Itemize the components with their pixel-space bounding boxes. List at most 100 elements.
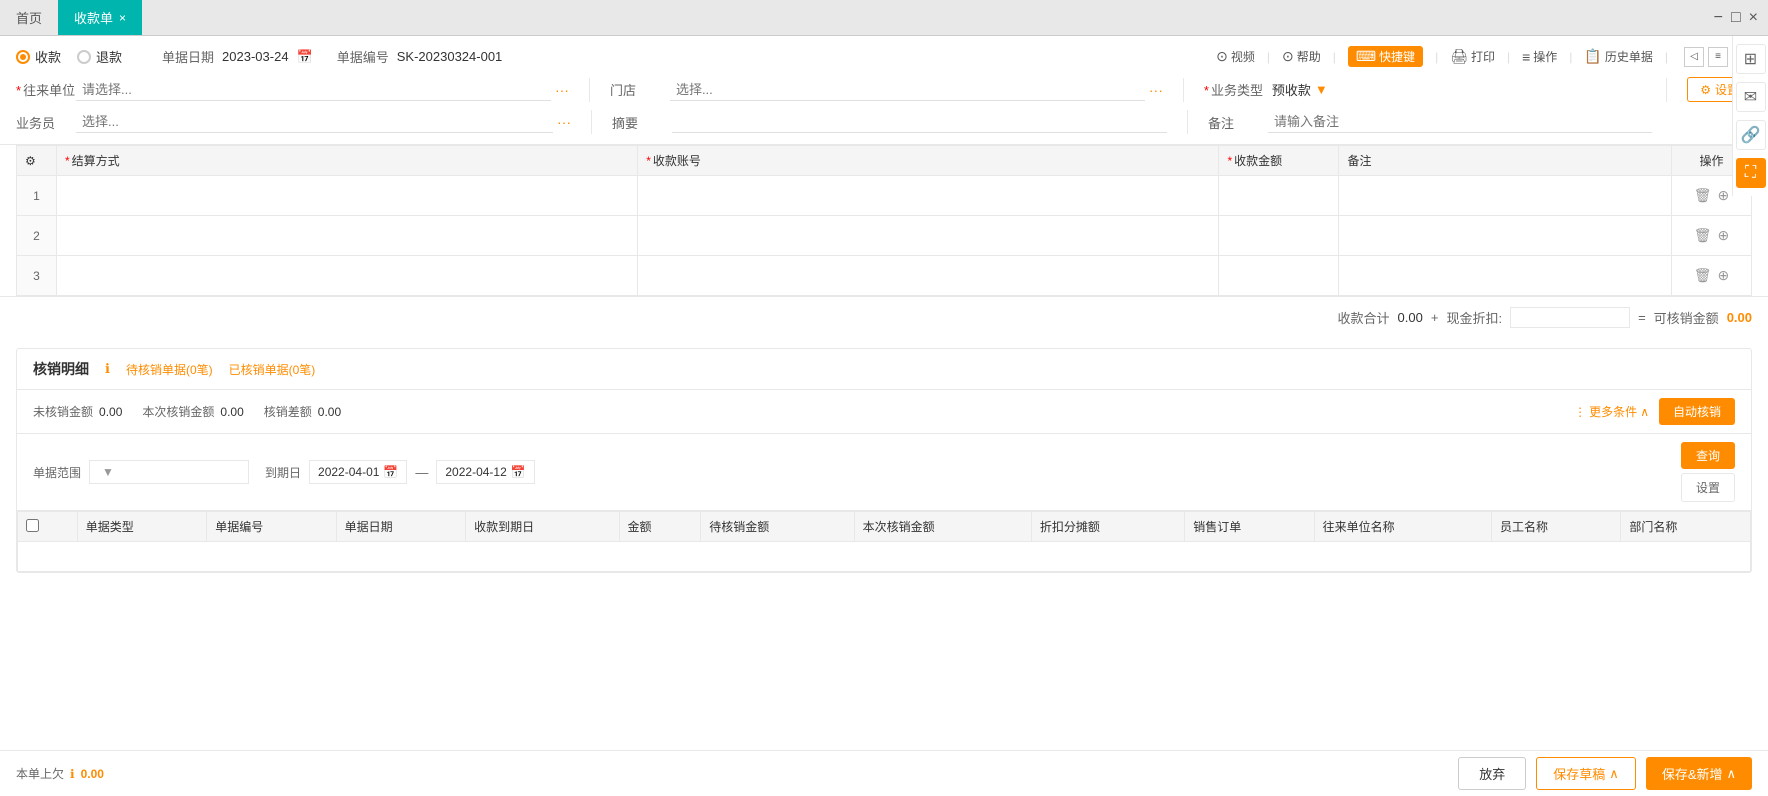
tab-receipt-close[interactable]: ×	[119, 11, 126, 25]
layout-btn-left[interactable]: ◁	[1684, 47, 1704, 67]
settlement-cell-1[interactable]	[57, 176, 638, 216]
col-settings-header[interactable]: ⚙	[17, 146, 57, 176]
col-employee-header: 员工名称	[1491, 512, 1620, 542]
help-btn[interactable]: ⊙ 帮助	[1282, 48, 1321, 65]
col-amount-header: 金额	[619, 512, 701, 542]
discount-input[interactable]	[1510, 307, 1630, 328]
remark-field: 备注	[1208, 111, 1652, 133]
amount-cell-3[interactable]	[1219, 256, 1339, 296]
delete-icon-3[interactable]: 🗑	[1694, 267, 1712, 284]
abandon-label: 放弃	[1479, 767, 1505, 782]
table-row: 3 🗑 ⊕	[17, 256, 1752, 296]
save-draft-label: 保存草稿	[1553, 764, 1605, 783]
settlement-cell-3[interactable]	[57, 256, 638, 296]
tab-home[interactable]: 首页	[0, 0, 58, 35]
query-button[interactable]: 查询	[1681, 442, 1735, 469]
writeoff-info-icon[interactable]: ℹ	[105, 361, 110, 377]
sidebar-link-icon[interactable]: 🔗	[1736, 120, 1766, 150]
salesperson-label: 业务员	[16, 113, 76, 132]
calendar-start-icon[interactable]: 📅	[383, 465, 398, 479]
maximize-icon[interactable]: □	[1731, 9, 1741, 27]
delete-icon-1[interactable]: 🗑	[1694, 187, 1712, 204]
filter-settings-label: 设置	[1696, 481, 1720, 495]
bottom-info: 本单上欠 ℹ 0.00	[16, 765, 104, 782]
copy-icon-3[interactable]: ⊕	[1718, 267, 1730, 284]
date-start-value: 2022-04-01	[318, 465, 379, 479]
filter-settings-button[interactable]: 设置	[1681, 473, 1735, 502]
shortcut-btn[interactable]: ⌨ 快捷键	[1348, 46, 1423, 67]
counterpart-input[interactable]	[76, 79, 551, 101]
save-new-button[interactable]: 保存&新增 ∧	[1646, 757, 1752, 790]
radio-refund-label: 退款	[96, 47, 122, 66]
video-btn[interactable]: ⊙ 视频	[1216, 48, 1255, 65]
radio-receipt[interactable]: 收款	[16, 47, 61, 66]
store-input[interactable]	[670, 79, 1145, 101]
col-type-header: 单据类型	[77, 512, 206, 542]
amount-cell-2[interactable]	[1219, 216, 1339, 256]
settlement-cell-2[interactable]	[57, 216, 638, 256]
remark-cell-2[interactable]	[1339, 216, 1672, 256]
date-end-picker[interactable]: 2022-04-12 📅	[436, 460, 534, 484]
total-label: 收款合计	[1338, 308, 1390, 327]
remark-cell-3[interactable]	[1339, 256, 1672, 296]
sidebar-screenshot-icon[interactable]: ⛶	[1736, 158, 1766, 188]
writeoff-stats: 未核销金额 0.00 本次核销金额 0.00 核销差额 0.00 ⋮ 更多条件 …	[17, 390, 1751, 434]
calendar-icon[interactable]: 📅	[297, 49, 313, 65]
copy-icon-2[interactable]: ⊕	[1718, 227, 1730, 244]
action-cell-3: 🗑 ⊕	[1672, 256, 1752, 296]
sidebar-table-icon[interactable]: ⊞	[1736, 44, 1766, 74]
account-cell-1[interactable]	[638, 176, 1219, 216]
account-cell-2[interactable]	[638, 216, 1219, 256]
remark-cell-1[interactable]	[1339, 176, 1672, 216]
tab-receipt[interactable]: 收款单 ×	[58, 0, 142, 35]
copy-icon-1[interactable]: ⊕	[1718, 187, 1730, 204]
form-row-1: 往来单位 ··· 门店 ··· 业务类型 预收款 ▼ ⚙ 设置	[16, 77, 1752, 102]
pending-tab[interactable]: 待核销单据(0笔)	[126, 361, 213, 378]
range-arrow-icon: ▼	[102, 465, 114, 479]
summary-input[interactable]	[672, 111, 1167, 133]
date-dash: —	[415, 465, 428, 480]
print-label: 打印	[1471, 48, 1495, 65]
row-num-1: 1	[17, 176, 57, 216]
store-more-icon[interactable]: ···	[1149, 82, 1163, 98]
counterpart-more-icon[interactable]: ···	[555, 82, 569, 98]
completed-tab[interactable]: 已核销单据(0笔)	[229, 361, 316, 378]
settings-table-icon[interactable]: ⚙	[25, 154, 36, 168]
layout-btn-list[interactable]: ≡	[1708, 47, 1728, 67]
business-type-arrow[interactable]: ▼	[1315, 82, 1328, 97]
filter-actions: 查询 设置	[1681, 442, 1735, 502]
history-btn[interactable]: 📋 历史单据	[1584, 48, 1652, 65]
operation-btn[interactable]: ≡ 操作	[1522, 48, 1557, 65]
auto-writeoff-button[interactable]: 自动核销	[1659, 398, 1735, 425]
col-current-header: 本次核销金额	[854, 512, 1031, 542]
bottom-info-icon[interactable]: ℹ	[70, 767, 75, 781]
header-row: 收款 退款 单据日期 2023-03-24 📅 单据编号 SK-20230324…	[16, 46, 1752, 67]
date-end-value: 2022-04-12	[445, 465, 506, 479]
save-new-arrow: ∧	[1726, 766, 1736, 782]
select-all-checkbox[interactable]	[26, 519, 39, 532]
account-cell-3[interactable]	[638, 256, 1219, 296]
print-btn[interactable]: 🖨 打印	[1450, 48, 1495, 65]
col-order-header: 销售订单	[1185, 512, 1314, 542]
radio-refund[interactable]: 退款	[77, 47, 122, 66]
minimize-icon[interactable]: −	[1714, 9, 1723, 27]
date-start-picker[interactable]: 2022-04-01 📅	[309, 460, 407, 484]
more-conditions-btn[interactable]: ⋮ 更多条件 ∧	[1574, 403, 1649, 420]
tab-bar: 首页 收款单 × − □ ×	[0, 0, 1768, 36]
save-draft-button[interactable]: 保存草稿 ∧	[1536, 757, 1636, 790]
doc-info: 单据日期 2023-03-24 📅 单据编号 SK-20230324-001	[162, 47, 502, 66]
calendar-end-icon[interactable]: 📅	[511, 465, 526, 479]
writeoff-table: 单据类型 单据编号 单据日期 收款到期日 金额 待核销金额 本次核销金额 折扣分…	[17, 511, 1751, 572]
date-value: 2023-03-24	[222, 49, 289, 64]
sidebar-email-icon[interactable]: ✉	[1736, 82, 1766, 112]
range-select[interactable]: ▼	[89, 460, 249, 484]
salesperson-more-icon[interactable]: ···	[557, 114, 571, 130]
abandon-button[interactable]: 放弃	[1458, 757, 1526, 790]
delete-icon-2[interactable]: 🗑	[1694, 227, 1712, 244]
close-icon[interactable]: ×	[1749, 9, 1758, 27]
row-num-2: 2	[17, 216, 57, 256]
salesperson-input[interactable]	[76, 111, 553, 133]
store-label: 门店	[610, 80, 670, 99]
remark-input[interactable]	[1268, 111, 1652, 133]
amount-cell-1[interactable]	[1219, 176, 1339, 216]
